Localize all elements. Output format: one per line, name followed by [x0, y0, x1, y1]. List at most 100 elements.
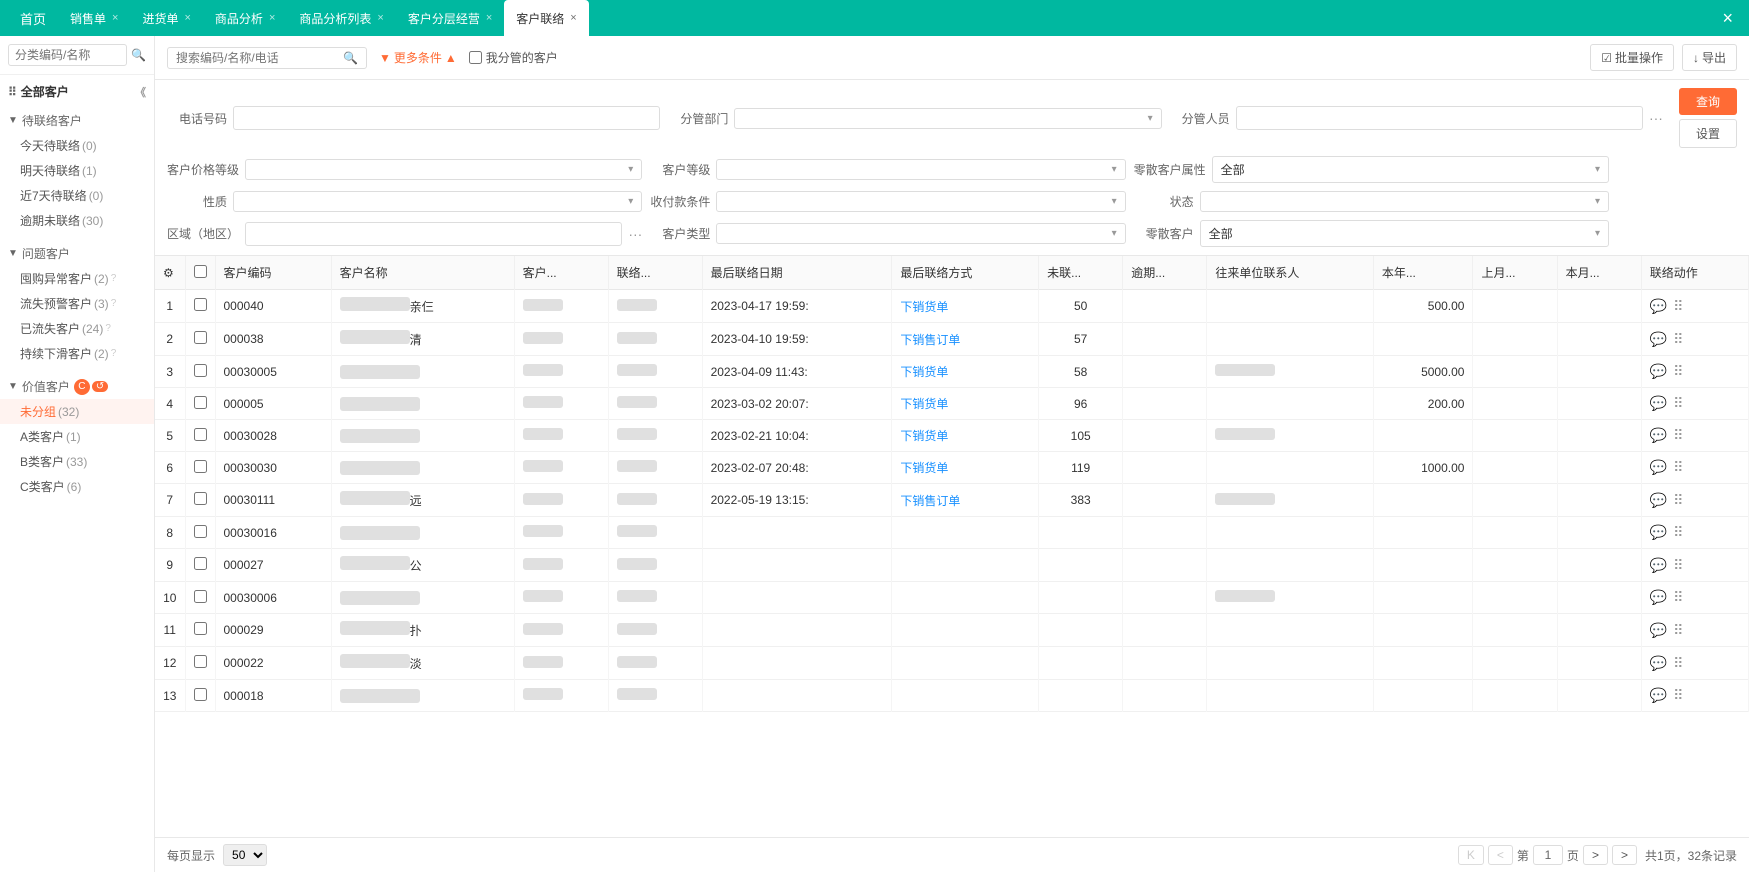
contact-icon[interactable]: 💬	[1650, 459, 1667, 476]
page-size-select[interactable]: 50	[223, 844, 267, 866]
scattered-attr-select[interactable]: 全部 ▾	[1212, 156, 1609, 183]
row-checkbox[interactable]	[194, 688, 207, 701]
sidebar-item-tomorrow[interactable]: 明天待联络 (1)	[0, 158, 154, 183]
more-action-icon[interactable]: ⠿	[1673, 427, 1683, 444]
more-conditions-btn[interactable]: ▼ 更多条件 ▲	[379, 49, 457, 66]
select-all-checkbox[interactable]	[194, 265, 207, 278]
my-customers-checkbox[interactable]	[469, 51, 482, 64]
nav-home[interactable]: 首页	[8, 9, 58, 28]
row-checkbox[interactable]	[194, 655, 207, 668]
sidebar-item-churned[interactable]: 已流失客户 (24) ?	[0, 316, 154, 341]
close-tab-4-icon[interactable]: ×	[486, 12, 492, 24]
row-checkbox[interactable]	[194, 298, 207, 311]
query-button[interactable]: 查询	[1679, 88, 1737, 115]
more-action-icon[interactable]: ⠿	[1673, 298, 1683, 315]
search-icon-main[interactable]: 🔍	[343, 51, 358, 65]
customer-level-select[interactable]: ▾	[716, 159, 1125, 180]
nav-tab-segment[interactable]: 客户分层经营 ×	[396, 0, 504, 36]
sidebar-item-ungroup[interactable]: 未分组 (32)	[0, 399, 154, 424]
dept-select[interactable]: ▾	[734, 108, 1161, 129]
close-tab-5-icon[interactable]: ×	[570, 12, 576, 24]
row-contact-method-link[interactable]: 下销售订单	[900, 333, 960, 347]
sidebar-search-icon[interactable]: 🔍	[131, 48, 146, 62]
sidebar-item-today[interactable]: 今天待联络 (0)	[0, 133, 154, 158]
row-checkbox[interactable]	[194, 590, 207, 603]
contact-icon[interactable]: 💬	[1650, 687, 1667, 704]
settings-icon[interactable]: ⚙	[163, 266, 174, 280]
sidebar-item-class-b[interactable]: B类客户 (33)	[0, 449, 154, 474]
close-tab-2-icon[interactable]: ×	[269, 12, 275, 24]
collapse-icon[interactable]: 《	[135, 84, 146, 100]
customer-type-select[interactable]: ▾	[716, 223, 1125, 244]
reset-button[interactable]: 设置	[1679, 119, 1737, 148]
contact-icon[interactable]: 💬	[1650, 622, 1667, 639]
first-page-button[interactable]: K	[1458, 845, 1484, 865]
row-checkbox[interactable]	[194, 525, 207, 538]
close-tab-1-icon[interactable]: ×	[184, 12, 190, 24]
row-checkbox[interactable]	[194, 396, 207, 409]
row-checkbox[interactable]	[194, 364, 207, 377]
next-page-button[interactable]: >	[1583, 845, 1608, 865]
status-select[interactable]: ▾	[1200, 191, 1609, 212]
export-button[interactable]: ↓ 导出	[1682, 44, 1737, 71]
contact-icon[interactable]: 💬	[1650, 589, 1667, 606]
nav-tab-purchase[interactable]: 进货单 ×	[130, 0, 202, 36]
nav-tab-contact[interactable]: 客户联络 ×	[504, 0, 588, 36]
th-checkbox[interactable]	[185, 256, 215, 290]
batch-ops-button[interactable]: ☑ 批量操作	[1590, 44, 1674, 71]
row-contact-method-link[interactable]: 下销货单	[900, 365, 948, 379]
window-close-icon[interactable]: ×	[1714, 8, 1741, 29]
contact-icon[interactable]: 💬	[1650, 557, 1667, 574]
nav-tab-sales[interactable]: 销售单 ×	[58, 0, 130, 36]
all-customers-section[interactable]: ⠿ 全部客户 《	[0, 75, 154, 104]
contact-icon[interactable]: 💬	[1650, 298, 1667, 315]
contact-icon[interactable]: 💬	[1650, 492, 1667, 509]
search-input[interactable]	[176, 51, 343, 65]
sidebar-group-value-title[interactable]: ▼ 价值客户 C ↺	[0, 374, 154, 399]
region-more-icon[interactable]: ···	[628, 226, 642, 242]
nature-select[interactable]: ▾	[233, 191, 642, 212]
close-tab-3-icon[interactable]: ×	[377, 12, 383, 24]
more-action-icon[interactable]: ⠿	[1673, 363, 1683, 380]
row-checkbox[interactable]	[194, 557, 207, 570]
more-action-icon[interactable]: ⠿	[1673, 655, 1683, 672]
row-contact-method-link[interactable]: 下销货单	[900, 300, 948, 314]
sidebar-item-overdue[interactable]: 逾期未联络 (30)	[0, 208, 154, 233]
row-contact-method-link[interactable]: 下销货单	[900, 461, 948, 475]
more-action-icon[interactable]: ⠿	[1673, 687, 1683, 704]
contact-icon[interactable]: 💬	[1650, 331, 1667, 348]
phone-input[interactable]	[233, 106, 660, 130]
sidebar-group-pending-title[interactable]: ▼ 待联络客户	[0, 108, 154, 133]
contact-icon[interactable]: 💬	[1650, 363, 1667, 380]
th-settings[interactable]: ⚙	[155, 256, 185, 290]
row-checkbox[interactable]	[194, 460, 207, 473]
more-action-icon[interactable]: ⠿	[1673, 331, 1683, 348]
scattered-customer-select[interactable]: 全部 ▾	[1200, 220, 1609, 247]
more-action-icon[interactable]: ⠿	[1673, 395, 1683, 412]
sidebar-item-hoarding[interactable]: 囤购异常客户 (2) ?	[0, 266, 154, 291]
region-input[interactable]	[245, 222, 622, 246]
more-action-icon[interactable]: ⠿	[1673, 589, 1683, 606]
sidebar-item-declining[interactable]: 持续下滑客户 (2) ?	[0, 341, 154, 366]
nav-tab-analysis-list[interactable]: 商品分析列表 ×	[287, 0, 395, 36]
contact-icon[interactable]: 💬	[1650, 427, 1667, 444]
prev-page-button[interactable]: <	[1488, 845, 1513, 865]
manager-more-icon[interactable]: ···	[1649, 110, 1663, 126]
more-action-icon[interactable]: ⠿	[1673, 492, 1683, 509]
row-checkbox[interactable]	[194, 428, 207, 441]
row-checkbox[interactable]	[194, 331, 207, 344]
more-action-icon[interactable]: ⠿	[1673, 524, 1683, 541]
row-checkbox[interactable]	[194, 492, 207, 505]
nav-tab-analysis[interactable]: 商品分析 ×	[203, 0, 287, 36]
more-action-icon[interactable]: ⠿	[1673, 459, 1683, 476]
contact-icon[interactable]: 💬	[1650, 524, 1667, 541]
sidebar-item-7days[interactable]: 近7天待联络 (0)	[0, 183, 154, 208]
contact-icon[interactable]: 💬	[1650, 655, 1667, 672]
price-level-select[interactable]: ▾	[245, 159, 642, 180]
sidebar-item-class-c[interactable]: C类客户 (6)	[0, 474, 154, 499]
my-customers-checkbox-label[interactable]: 我分管的客户	[469, 49, 558, 66]
sidebar-item-churn-warning[interactable]: 流失预警客户 (3) ?	[0, 291, 154, 316]
more-action-icon[interactable]: ⠿	[1673, 557, 1683, 574]
sidebar-item-class-a[interactable]: A类客户 (1)	[0, 424, 154, 449]
sidebar-group-problems-title[interactable]: ▼ 问题客户	[0, 241, 154, 266]
